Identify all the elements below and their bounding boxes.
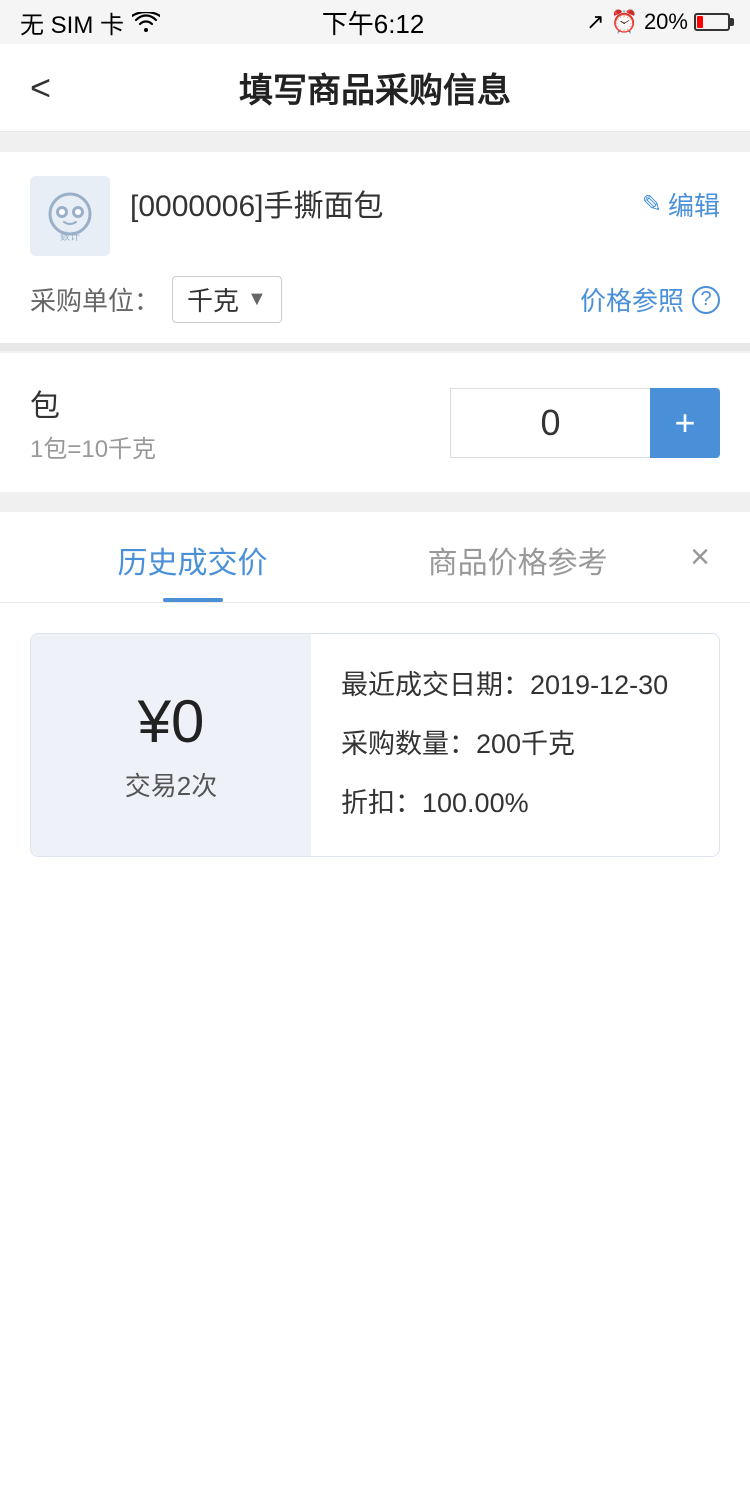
- back-button[interactable]: <: [20, 57, 61, 119]
- price-card: ¥0 交易2次 最近成交日期：2019-12-30 采购数量：200千克 折扣：…: [30, 633, 720, 857]
- quantity-label: 包 1包=10千克: [30, 381, 156, 464]
- recent-date-row: 最近成交日期：2019-12-30: [341, 664, 689, 707]
- alarm-icon: ⏰: [611, 9, 638, 35]
- price-card-right: 最近成交日期：2019-12-30 采购数量：200千克 折扣：100.00%: [311, 634, 719, 856]
- battery-percent: 20%: [644, 9, 688, 35]
- status-time: 下午6:12: [322, 4, 425, 41]
- product-card: 数计 [0000006]手撕面包 ✎ 编辑 采购单位： 千克 ▼ 价格参照 ?: [0, 152, 750, 343]
- tab-close-button[interactable]: ×: [680, 528, 720, 587]
- quantity-input[interactable]: [450, 388, 650, 458]
- price-amount: ¥0: [138, 687, 205, 756]
- quantity-input-area: +: [450, 388, 720, 458]
- product-thumbnail: 数计: [30, 176, 110, 256]
- page-title: 填写商品采购信息: [239, 63, 511, 112]
- carrier-label: 无 SIM 卡: [20, 5, 124, 40]
- tabs-container: 历史成交价 商品价格参考 × ¥0 交易2次 最近成交日期：2019-12-30…: [0, 512, 750, 887]
- divider: [0, 343, 750, 351]
- product-name: [0000006]手撕面包: [130, 176, 383, 228]
- status-bar: 无 SIM 卡 下午6:12 ↗ ⏰ 20%: [0, 0, 750, 44]
- status-left: 无 SIM 卡: [20, 5, 160, 40]
- purchase-qty-row: 采购数量：200千克: [341, 723, 689, 766]
- history-price-content: ¥0 交易2次 最近成交日期：2019-12-30 采购数量：200千克 折扣：…: [0, 603, 750, 887]
- status-right: ↗ ⏰ 20%: [586, 9, 730, 35]
- price-ref-button[interactable]: 价格参照 ?: [580, 281, 720, 318]
- edit-icon: ✎: [642, 190, 662, 219]
- svg-text:数计: 数计: [60, 230, 80, 243]
- edit-button[interactable]: ✎ 编辑: [642, 176, 720, 223]
- bottom-space: [0, 887, 750, 1487]
- discount-row: 折扣：100.00%: [341, 782, 689, 825]
- price-card-left: ¥0 交易2次: [31, 634, 311, 856]
- unit-name: 包: [30, 381, 156, 425]
- price-ref-help-icon: ?: [692, 286, 720, 314]
- trade-count: 交易2次: [125, 766, 217, 803]
- tabs-header: 历史成交价 商品价格参考 ×: [0, 512, 750, 603]
- battery-icon: [694, 13, 730, 31]
- tab-history-price[interactable]: 历史成交价: [30, 512, 355, 602]
- tab-price-reference[interactable]: 商品价格参考: [355, 512, 680, 602]
- quantity-plus-button[interactable]: +: [650, 388, 720, 458]
- page-header: < 填写商品采购信息: [0, 44, 750, 132]
- location-icon: ↗: [586, 9, 604, 35]
- quantity-row: 包 1包=10千克 +: [0, 353, 750, 492]
- wifi-icon: [132, 12, 160, 32]
- unit-label: 采购单位：: [30, 281, 160, 318]
- unit-select[interactable]: 千克 ▼: [172, 276, 282, 323]
- unit-conversion: 1包=10千克: [30, 429, 156, 464]
- dropdown-arrow-icon: ▼: [247, 288, 267, 311]
